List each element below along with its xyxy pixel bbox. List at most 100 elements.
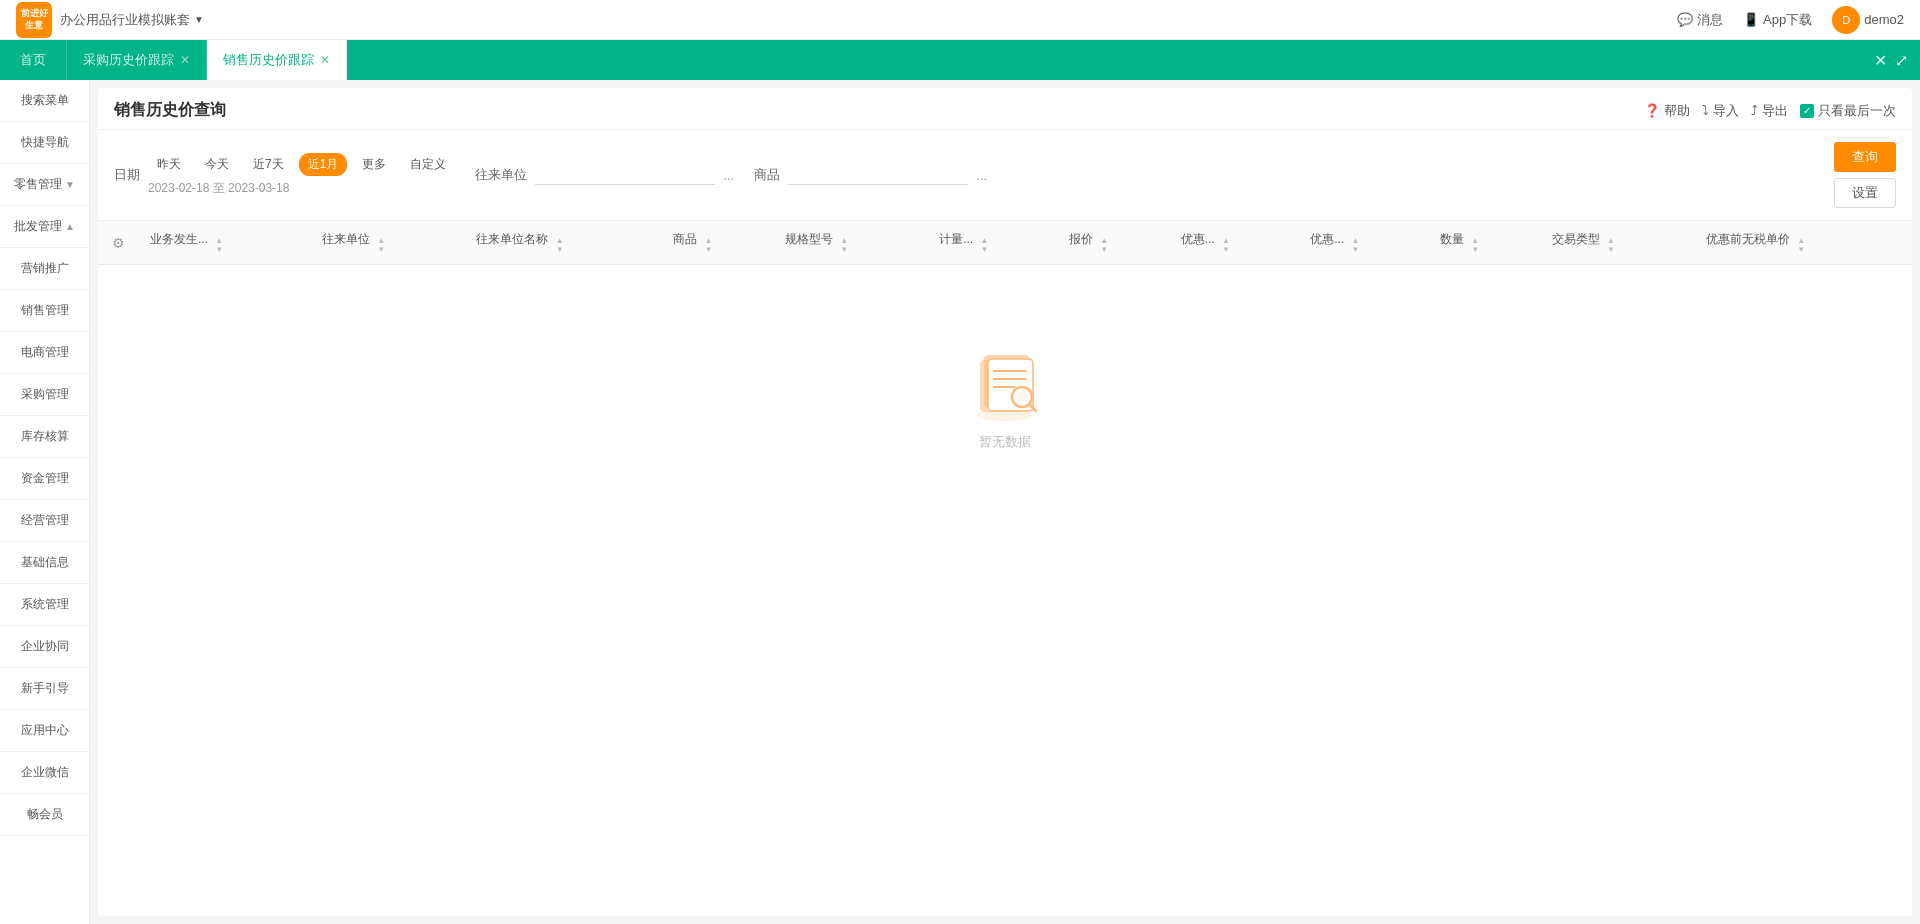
chevron-down-icon: ▼ [194, 14, 204, 25]
filter-bar: 日期 昨天 今天 近7天 近1月 更多 自定义 2023-02-18 至 202… [98, 130, 1912, 221]
date-options: 昨天 今天 近7天 近1月 更多 自定义 2023-02-18 至 2023-0… [148, 153, 455, 197]
product-input[interactable] [788, 165, 968, 185]
sidebar-item-app-center[interactable]: 应用中心 [0, 710, 89, 752]
data-table: ⚙ 业务发生... ▲ ▼ 往来单位 [98, 221, 1912, 265]
import-btn[interactable]: ⤵ 导入 [1702, 102, 1739, 120]
partner-input[interactable] [535, 165, 715, 185]
sidebar-item-sales[interactable]: 销售管理 [0, 290, 89, 332]
col-spec: 规格型号 ▲ ▼ [773, 221, 927, 265]
sidebar-item-system[interactable]: 系统管理 [0, 584, 89, 626]
close-window-btn[interactable]: ✕ [1874, 51, 1887, 70]
help-btn[interactable]: ❓ 帮助 [1644, 102, 1690, 120]
tab-home[interactable]: 首页 [0, 40, 67, 80]
sidebar-item-inventory[interactable]: 库存核算 [0, 416, 89, 458]
date-btn-more[interactable]: 更多 [353, 153, 395, 176]
search-label: 搜索菜单 [21, 92, 69, 109]
sidebar-item-wholesale[interactable]: 批发管理 ▲ [0, 206, 89, 248]
sort-icons: ▲ ▼ [1607, 237, 1615, 254]
sort-icons: ▲ ▼ [1471, 237, 1479, 254]
page-content: 销售历史价查询 ❓ 帮助 ⤵ 导入 ⤴ 导出 ✓ [98, 88, 1912, 916]
date-btn-custom[interactable]: 自定义 [401, 153, 455, 176]
tab-sales-price[interactable]: 销售历史价跟踪 ✕ [207, 40, 347, 80]
content-area: 销售历史价查询 ❓ 帮助 ⤵ 导入 ⤴ 导出 ✓ [90, 80, 1920, 924]
product-filter-group: 商品 ... [754, 165, 987, 185]
date-range-display: 2023-02-18 至 2023-03-18 [148, 180, 455, 197]
col-partner-code: 往来单位 ▲ ▼ [310, 221, 464, 265]
sidebar-item-enterprise[interactable]: 企业协同 [0, 626, 89, 668]
sidebar-item-basic[interactable]: 基础信息 [0, 542, 89, 584]
settings-button[interactable]: 设置 [1834, 178, 1896, 208]
download-icon: 📱 [1743, 12, 1759, 27]
col-trade-type: 交易类型 ▲ ▼ [1540, 221, 1694, 265]
date-btn-7days[interactable]: 近7天 [244, 153, 293, 176]
product-dots: ... [976, 168, 987, 183]
sort-icons: ▲ ▼ [981, 237, 989, 254]
date-filter-label: 日期 [114, 166, 140, 184]
sidebar: 搜索菜单 快捷导航 零售管理 ▼ 批发管理 ▲ 营销推广 销售管理 电商管理 采… [0, 80, 90, 924]
export-icon: ⤴ [1751, 103, 1758, 118]
sidebar-item-shortcut[interactable]: 快捷导航 [0, 122, 89, 164]
gear-icon[interactable]: ⚙ [112, 235, 125, 251]
sort-icons: ▲ ▼ [215, 237, 223, 254]
sidebar-item-finance[interactable]: 资金管理 [0, 458, 89, 500]
col-partner-name: 往来单位名称 ▲ ▼ [464, 221, 661, 265]
page-actions: ❓ 帮助 ⤵ 导入 ⤴ 导出 ✓ 只看最后一次 [1644, 102, 1896, 120]
top-header: 前进好 生意 办公用品行业模拟账套 ▼ 💬 消息 📱 App下载 D demo2 [0, 0, 1920, 40]
help-icon: ❓ [1644, 103, 1660, 118]
sort-icons: ▲ ▼ [1222, 237, 1230, 254]
sort-icons: ▲ ▼ [840, 237, 848, 254]
message-btn[interactable]: 💬 消息 [1677, 11, 1723, 29]
col-unit: 计量... ▲ ▼ [927, 221, 1057, 265]
sidebar-item-purchase[interactable]: 采购管理 [0, 374, 89, 416]
col-product: 商品 ▲ ▼ [661, 221, 773, 265]
sidebar-item-retail[interactable]: 零售管理 ▼ [0, 164, 89, 206]
sidebar-item-marketing[interactable]: 营销推广 [0, 248, 89, 290]
sidebar-item-ecommerce[interactable]: 电商管理 [0, 332, 89, 374]
maximize-btn[interactable]: ⤢ [1895, 51, 1908, 70]
tab-purchase-price[interactable]: 采购历史价跟踪 ✕ [67, 40, 207, 80]
header-left: 前进好 生意 办公用品行业模拟账套 ▼ [16, 2, 204, 38]
col-price: 报价 ▲ ▼ [1057, 221, 1169, 265]
chevron-down-icon: ▼ [65, 179, 75, 190]
col-business-date: 业务发生... ▲ ▼ [138, 221, 310, 265]
date-shortcuts: 昨天 今天 近7天 近1月 更多 自定义 [148, 153, 455, 176]
no-data-illustration [960, 345, 1050, 425]
col-discount1: 优惠... ▲ ▼ [1169, 221, 1299, 265]
action-btns: 查询 设置 [1834, 142, 1896, 208]
sort-icons: ▲ ▼ [704, 237, 712, 254]
partner-dots: ... [723, 168, 734, 183]
col-qty: 数量 ▲ ▼ [1428, 221, 1540, 265]
download-btn[interactable]: 📱 App下载 [1743, 11, 1812, 29]
sort-icons: ▲ ▼ [1797, 237, 1805, 254]
tab-window-actions: ✕ ⤢ [1862, 51, 1920, 70]
partner-filter-label: 往来单位 [475, 166, 527, 184]
svg-point-8 [1016, 391, 1028, 403]
user-menu[interactable]: D demo2 [1832, 6, 1904, 34]
sidebar-item-operation[interactable]: 经营管理 [0, 500, 89, 542]
date-btn-1month[interactable]: 近1月 [299, 153, 348, 176]
empty-state: 暂无数据 [98, 265, 1912, 531]
app-logo: 前进好 生意 [16, 2, 52, 38]
date-btn-yesterday[interactable]: 昨天 [148, 153, 190, 176]
sort-icons: ▲ ▼ [1352, 237, 1360, 254]
sort-icons: ▲ ▼ [377, 237, 385, 254]
partner-filter-group: 往来单位 ... [475, 165, 734, 185]
tab-close-purchase[interactable]: ✕ [180, 53, 190, 67]
page-header: 销售历史价查询 ❓ 帮助 ⤵ 导入 ⤴ 导出 ✓ [98, 88, 1912, 130]
company-selector[interactable]: 办公用品行业模拟账套 ▼ [60, 11, 204, 29]
chevron-up-icon: ▲ [65, 221, 75, 232]
avatar: D [1832, 6, 1860, 34]
checkbox-checked-icon: ✓ [1800, 104, 1814, 118]
only-last-checkbox[interactable]: ✓ 只看最后一次 [1800, 102, 1896, 120]
sidebar-item-wechat[interactable]: 企业微信 [0, 752, 89, 794]
query-button[interactable]: 查询 [1834, 142, 1896, 172]
sidebar-item-member[interactable]: 畅会员 [0, 794, 89, 836]
date-btn-today[interactable]: 今天 [196, 153, 238, 176]
sort-icons: ▲ ▼ [556, 237, 564, 254]
tab-close-sales[interactable]: ✕ [320, 53, 330, 67]
product-filter-label: 商品 [754, 166, 780, 184]
sidebar-item-search[interactable]: 搜索菜单 [0, 80, 89, 122]
sidebar-item-guide[interactable]: 新手引导 [0, 668, 89, 710]
export-btn[interactable]: ⤴ 导出 [1751, 102, 1788, 120]
col-pretax-price: 优惠前无税单价 ▲ ▼ [1694, 221, 1912, 265]
